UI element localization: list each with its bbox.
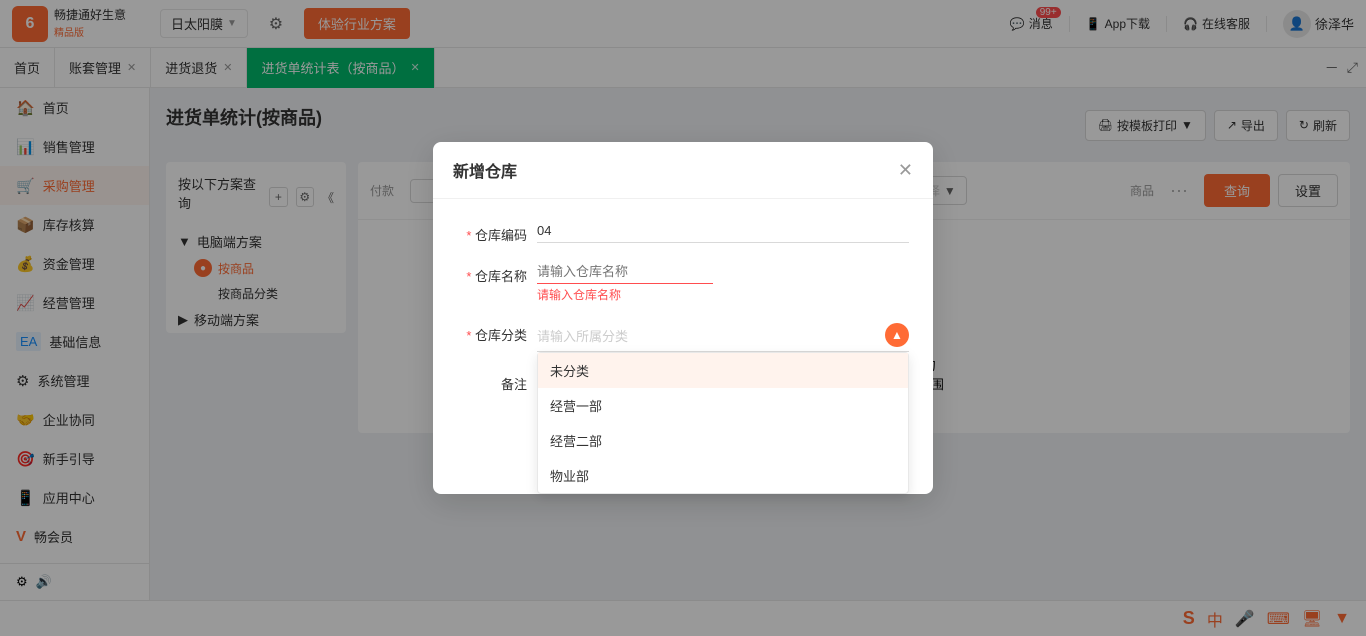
form-item-name: 仓库名称 请输入仓库名称: [457, 260, 909, 303]
code-input[interactable]: [537, 219, 909, 243]
dropdown-item-2[interactable]: 经营二部: [538, 423, 908, 458]
category-label: 仓库分类: [457, 319, 537, 344]
name-input-wrap: 请输入仓库名称: [537, 260, 909, 303]
form-item-code: 仓库编码: [457, 219, 909, 244]
modal-overlay[interactable]: 新增仓库 ✕ 仓库编码 仓库名称 请输入仓库名称 仓库分类: [0, 0, 1366, 636]
name-input[interactable]: [537, 260, 713, 284]
category-dropdown[interactable]: 请输入所属分类 ▲: [537, 319, 909, 352]
modal-header: 新增仓库 ✕: [433, 142, 933, 199]
modal-body: 仓库编码 仓库名称 请输入仓库名称 仓库分类 请输入所属分类 ▲: [433, 199, 933, 429]
modal-close-button[interactable]: ✕: [898, 160, 913, 181]
modal-title: 新增仓库: [453, 158, 517, 182]
dropdown-item-1[interactable]: 经营一部: [538, 388, 908, 423]
name-label: 仓库名称: [457, 260, 537, 285]
name-error-msg: 请输入仓库名称: [537, 286, 909, 303]
category-dropdown-list: 未分类 经营一部 经营二部 物业部: [537, 352, 909, 494]
dropdown-item-0[interactable]: 未分类: [538, 353, 908, 388]
new-warehouse-modal: 新增仓库 ✕ 仓库编码 仓库名称 请输入仓库名称 仓库分类: [433, 142, 933, 494]
category-placeholder: 请输入所属分类: [537, 326, 628, 345]
dropdown-arrow-icon[interactable]: ▲: [885, 323, 909, 347]
form-item-category: 仓库分类 请输入所属分类 ▲ 未分类 经营一部 经营二部 物业部: [457, 319, 909, 352]
code-label: 仓库编码: [457, 219, 537, 244]
category-input-wrap: 请输入所属分类 ▲ 未分类 经营一部 经营二部 物业部: [537, 319, 909, 352]
dropdown-item-3[interactable]: 物业部: [538, 458, 908, 493]
remark-label: 备注: [457, 368, 537, 393]
